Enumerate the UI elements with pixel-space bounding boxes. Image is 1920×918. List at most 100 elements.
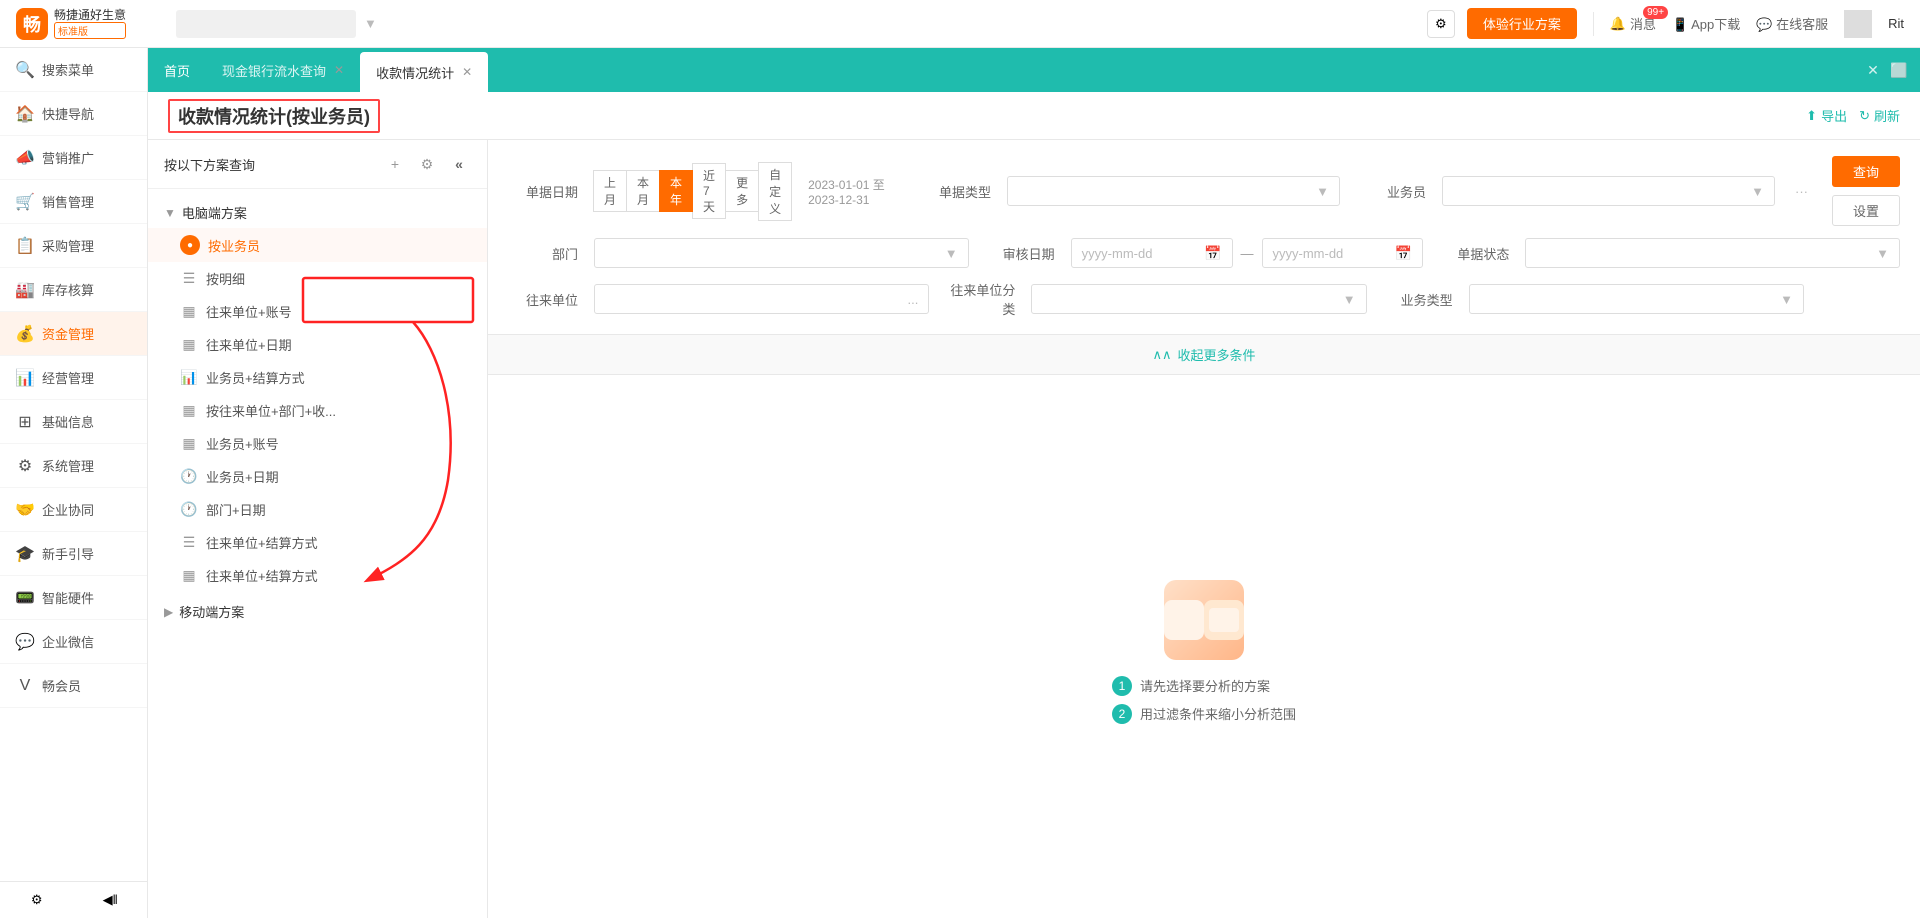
audit-date-end[interactable]: yyyy-mm-dd 📅 <box>1262 238 1424 268</box>
page-content: 收款情况统计(按业务员) ⬆ 导出 ↻ 刷新 <box>148 92 1920 918</box>
unit-more-btn[interactable]: ... <box>907 292 918 307</box>
hint-item-1: 1 请先选择要分析的方案 <box>1112 676 1296 696</box>
calendar-end-icon[interactable]: 📅 <box>1395 245 1412 262</box>
scheme-item-unit-dept[interactable]: ▦ 按往来单位+部门+收... <box>148 394 487 427</box>
dept-caret-icon: ▼ <box>945 246 958 261</box>
scheme-item-unit-account[interactable]: ▦ 往来单位+账号 <box>148 295 487 328</box>
collapse-icon: ∧∧ <box>1152 347 1171 363</box>
message-btn[interactable]: 🔔 消息 99+ <box>1610 14 1656 33</box>
biz-type-dropdown[interactable]: ▼ <box>1469 284 1804 314</box>
salesman-dropdown[interactable]: ▼ <box>1442 176 1775 206</box>
sidebar-gear-btn[interactable]: ⚙ <box>0 882 74 918</box>
date-tab-custom[interactable]: 自定义 <box>758 162 792 221</box>
home-icon: 🏠 <box>16 105 34 123</box>
left-panel-title: 按以下方案查询 <box>164 155 255 174</box>
sidebar-item-guide[interactable]: 🎓 新手引导 <box>0 532 147 576</box>
tab-bank-flow[interactable]: 现金银行流水查询 ✕ <box>206 48 360 92</box>
more-options-btn[interactable]: ··· <box>1795 184 1808 199</box>
service-btn[interactable]: 💬 在线客服 <box>1756 14 1828 33</box>
date-tab-last-month[interactable]: 上月 <box>593 170 627 212</box>
audit-date-start[interactable]: yyyy-mm-dd 📅 <box>1071 238 1233 268</box>
sidebar-item-quicknav[interactable]: 🏠 快捷导航 <box>0 92 147 136</box>
date-range-text: 2023-01-01 至 2023-12-31 <box>808 176 905 207</box>
manage-scheme-btn[interactable]: ⚙ <box>415 152 439 176</box>
query-btn[interactable]: 查询 <box>1832 156 1900 187</box>
refresh-btn[interactable]: ↻ 刷新 <box>1859 106 1900 125</box>
sidebar-item-inventory[interactable]: 🏭 库存核算 <box>0 268 147 312</box>
sidebar-item-marketing[interactable]: 📣 营销推广 <box>0 136 147 180</box>
unit-category-dropdown[interactable]: ▼ <box>1031 284 1366 314</box>
hint-item-2: 2 用过滤条件来缩小分析范围 <box>1112 704 1296 724</box>
scheme-item-detail[interactable]: ☰ 按明细 <box>148 262 487 295</box>
tab-close-bank[interactable]: ✕ <box>334 63 344 77</box>
sidebar-item-collab[interactable]: 🤝 企业协同 <box>0 488 147 532</box>
mobile-group-arrow: ▶ <box>164 605 173 619</box>
left-panel-header: 按以下方案查询 + ⚙ « <box>148 140 487 189</box>
scheme-item-salesman-date[interactable]: 🕐 业务员+日期 <box>148 460 487 493</box>
desktop-scheme-group[interactable]: ▼ 电脑端方案 <box>148 197 487 228</box>
sidebar-item-basic[interactable]: ⊞ 基础信息 <box>0 400 147 444</box>
mobile-scheme-group[interactable]: ▶ 移动端方案 <box>148 596 487 627</box>
type-dropdown[interactable]: ▼ <box>1007 176 1340 206</box>
header-search[interactable] <box>176 10 356 38</box>
sidebar-collapse-btn[interactable]: ◀‖ <box>74 882 148 918</box>
collapse-panel-btn[interactable]: « <box>447 152 471 176</box>
scheme-item-unit-settle2[interactable]: ▦ 往来单位+结算方式 <box>148 559 487 592</box>
date-label: 单据日期 <box>508 182 578 201</box>
table-icon-5: ▦ <box>180 402 198 420</box>
calendar-start-icon[interactable]: 📅 <box>1204 245 1221 262</box>
close-window-btn[interactable]: ✕ <box>1864 61 1882 79</box>
scheme-item-salesman-account[interactable]: ▦ 业务员+账号 <box>148 427 487 460</box>
sidebar-item-member[interactable]: V 畅会员 <box>0 664 147 708</box>
unit-dropdown[interactable]: ... <box>594 284 929 314</box>
scheme-item-unit-date[interactable]: ▦ 往来单位+日期 <box>148 328 487 361</box>
scheme-item-unit-settle1[interactable]: ☰ 往来单位+结算方式 <box>148 526 487 559</box>
dept-dropdown[interactable]: ▼ <box>594 238 969 268</box>
robot-screen <box>1209 608 1239 632</box>
scheme-item-salesman-settle[interactable]: 📊 业务员+结算方式 <box>148 361 487 394</box>
scheme-item-dept-date[interactable]: 🕐 部门+日期 <box>148 493 487 526</box>
date-tab-more[interactable]: 更多 <box>725 170 759 212</box>
date-tab-7days[interactable]: 近7天 <box>692 163 726 219</box>
sidebar-item-wechat[interactable]: 💬 企业微信 <box>0 620 147 664</box>
sidebar-item-purchase[interactable]: 📋 采购管理 <box>0 224 147 268</box>
content-area: 首页 现金银行流水查询 ✕ 收款情况统计 ✕ ✕ ⬜ 收款情况统计(按业务员) <box>148 48 1920 918</box>
audit-date-end-placeholder: yyyy-mm-dd <box>1273 246 1344 261</box>
export-btn[interactable]: ⬆ 导出 <box>1806 106 1847 125</box>
tab-close-collection[interactable]: ✕ <box>462 65 472 79</box>
maximize-window-btn[interactable]: ⬜ <box>1890 61 1908 79</box>
clock-icon-7: 🕐 <box>180 468 198 486</box>
sidebar-item-search[interactable]: 🔍 搜索菜单 <box>0 48 147 92</box>
header-dropdown-arrow[interactable]: ▼ <box>364 16 377 31</box>
hint-text-1: 请先选择要分析的方案 <box>1140 676 1270 695</box>
date-tab-this-year[interactable]: 本年 <box>659 170 693 212</box>
tab-home[interactable]: 首页 <box>148 48 206 92</box>
left-panel: 按以下方案查询 + ⚙ « ▼ 电脑端方案 <box>148 140 488 918</box>
page-header-actions: ⬆ 导出 ↻ 刷新 <box>1806 106 1900 125</box>
date-tab-this-month[interactable]: 本月 <box>626 170 660 212</box>
app-download-btn[interactable]: 📱 App下载 <box>1672 14 1740 33</box>
setting-btn[interactable]: 设置 <box>1832 195 1900 226</box>
sidebar-item-sales[interactable]: 🛒 销售管理 <box>0 180 147 224</box>
tab-collection-stats[interactable]: 收款情况统计 ✕ <box>360 52 488 92</box>
unit-category-label: 往来单位分类 <box>945 280 1015 318</box>
header-gear-btn[interactable]: ⚙ <box>1427 10 1455 38</box>
type-caret-icon: ▼ <box>1316 184 1329 199</box>
sidebar-item-system[interactable]: ⚙ 系统管理 <box>0 444 147 488</box>
add-scheme-btn[interactable]: + <box>383 152 407 176</box>
user-name[interactable]: Rit <box>1888 16 1904 31</box>
sidebar-item-operation[interactable]: 📊 经营管理 <box>0 356 147 400</box>
left-panel-icons: + ⚙ « <box>383 152 471 176</box>
scheme-item-salesman[interactable]: ● 按业务员 <box>148 228 487 262</box>
sidebar-item-finance[interactable]: 💰 资金管理 <box>0 312 147 356</box>
collapse-bar[interactable]: ∧∧ 收起更多条件 <box>488 335 1920 375</box>
empty-hints: 1 请先选择要分析的方案 2 用过滤条件来缩小分析范围 <box>1112 676 1296 724</box>
unit-label: 往来单位 <box>508 290 578 309</box>
status-label: 单据状态 <box>1439 244 1509 263</box>
type-label: 单据类型 <box>921 182 991 201</box>
trial-button[interactable]: 体验行业方案 <box>1467 8 1577 39</box>
sidebar-item-hardware[interactable]: 📟 智能硬件 <box>0 576 147 620</box>
logo-text: 畅捷通好生意 <box>54 8 126 22</box>
device-icon: 📟 <box>16 589 34 607</box>
status-dropdown[interactable]: ▼ <box>1525 238 1900 268</box>
